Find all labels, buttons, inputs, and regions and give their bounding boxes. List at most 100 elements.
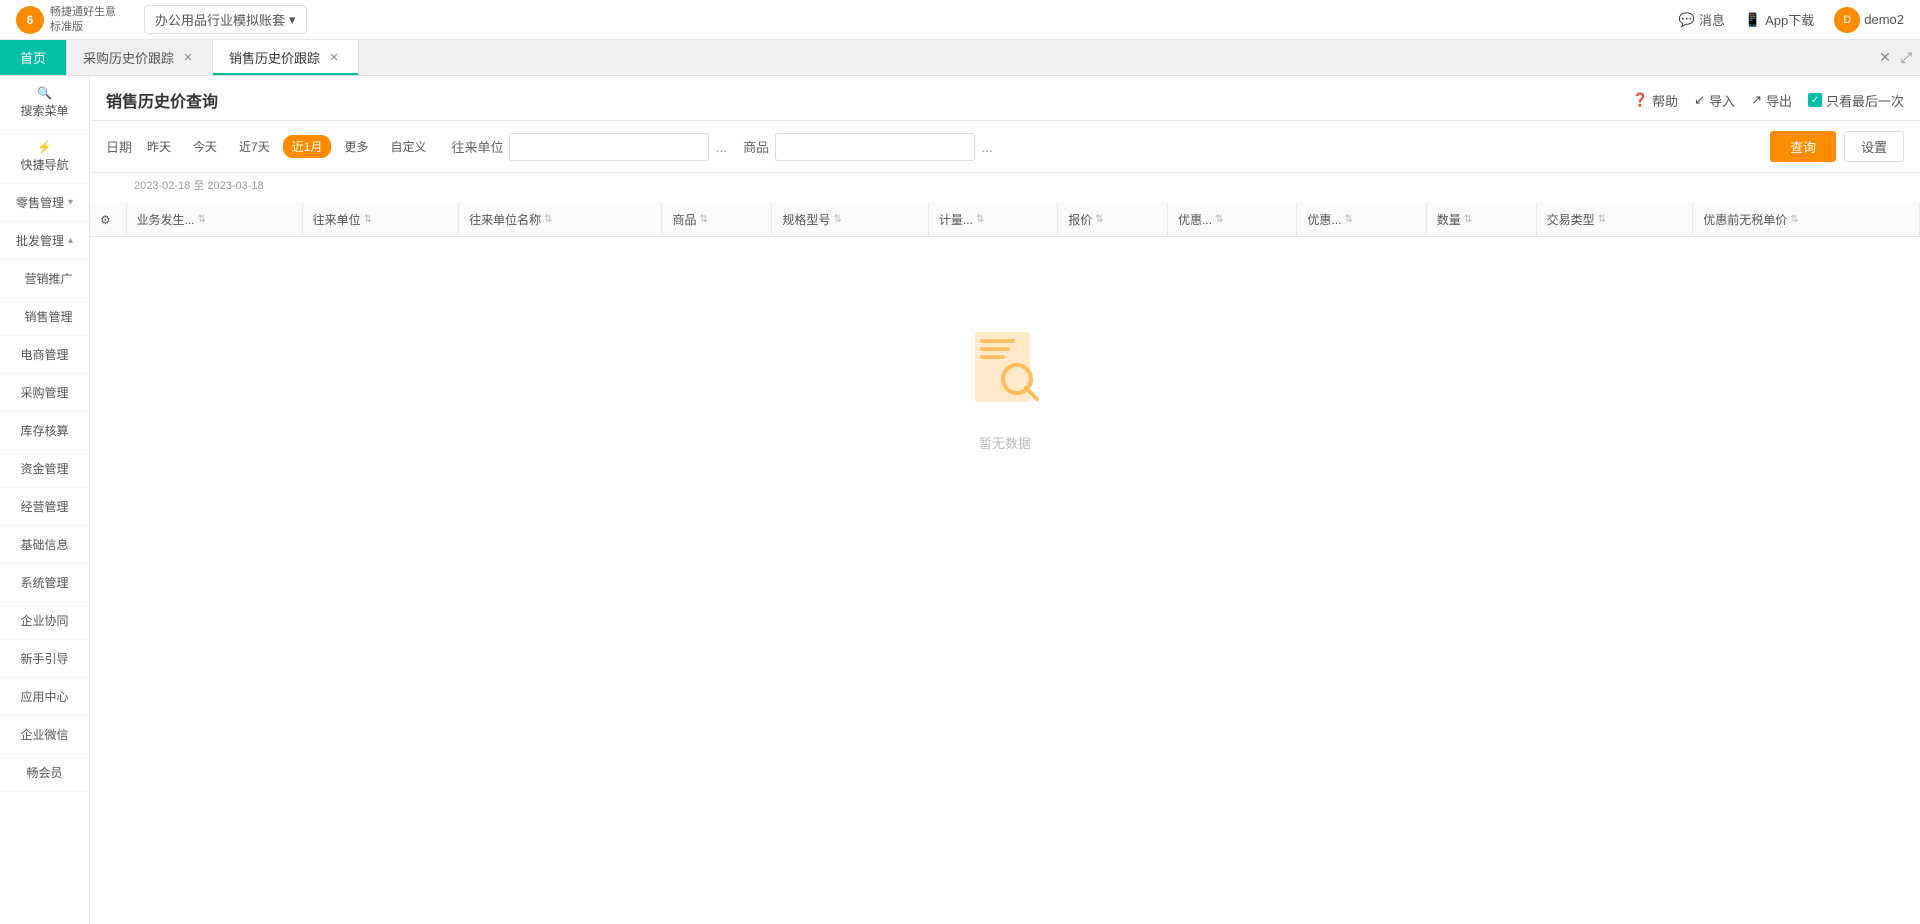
app-selector[interactable]: 办公用品行业模拟账套 ▾ <box>144 5 307 34</box>
page-title: 销售历史价查询 <box>106 88 218 112</box>
counterpart-input[interactable] <box>509 133 709 161</box>
th-goods[interactable]: 商品 ⇅ <box>662 203 772 237</box>
logo-area: 6 畅捷通好生意 标准版 <box>16 5 116 34</box>
sidebar-item-system[interactable]: 系统管理 <box>0 564 89 602</box>
header-right: 💬 消息 📱 App下载 D demo2 <box>1679 7 1904 33</box>
download-icon: 📱 <box>1745 12 1761 28</box>
table-header-row: ⚙ 业务发生... ⇅ 往来单位 ⇅ <box>90 203 1920 237</box>
tab-bar: 首页 采购历史价跟踪 ✕ 销售历史价跟踪 ✕ ✕ ⤢ <box>0 40 1920 76</box>
tab-close-purchase[interactable]: ✕ <box>180 50 196 66</box>
empty-text: 暂无数据 <box>979 433 1031 452</box>
sort-icon-goods: ⇅ <box>700 214 708 225</box>
nav-icon: ⚡ <box>37 140 52 154</box>
import-icon: ↙ <box>1694 92 1705 108</box>
sidebar-item-operations[interactable]: 经营管理 <box>0 488 89 526</box>
date-btn-more[interactable]: 更多 <box>335 135 377 158</box>
maximize-icon[interactable]: ⤢ <box>1901 49 1912 66</box>
logo-icon: 6 <box>16 6 44 34</box>
sort-icon-discount2: ⇅ <box>1344 214 1352 225</box>
filter-row2: 2023-02-18 至 2023-03-18 <box>90 173 1920 203</box>
filter-row: 日期 昨天 今天 近7天 近1月 更多 自定义 往来单位 ... 商品 ... <box>90 121 1920 173</box>
th-qty[interactable]: 数量 ⇅ <box>1426 203 1536 237</box>
th-unit[interactable]: 计量... ⇅ <box>928 203 1057 237</box>
goods-input[interactable] <box>775 133 975 161</box>
goods-dots-btn[interactable]: ... <box>981 139 993 155</box>
filter-actions: 查询 设置 <box>1770 131 1904 162</box>
sidebar-item-member[interactable]: 畅会员 <box>0 754 89 792</box>
sidebar-item-wholesale-mgmt[interactable]: 批发管理 ▴ <box>0 222 89 260</box>
date-btn-today[interactable]: 今天 <box>184 135 226 158</box>
sidebar-item-guide[interactable]: 新手引导 <box>0 640 89 678</box>
sidebar-item-search-menu[interactable]: 🔍 搜索菜单 <box>0 76 89 130</box>
checkbox-checked-icon: ✓ <box>1808 93 1822 107</box>
th-pretax-price[interactable]: 优惠前无税单价 ⇅ <box>1693 203 1920 237</box>
date-label: 日期 <box>106 137 132 156</box>
chevron-down-icon: ▾ <box>68 197 73 208</box>
tab-purchase-history[interactable]: 采购历史价跟踪 ✕ <box>67 40 213 75</box>
sort-icon-biz-date: ⇅ <box>198 214 206 225</box>
tab-sales-history[interactable]: 销售历史价跟踪 ✕ <box>213 40 359 75</box>
logo-text: 畅捷通好生意 标准版 <box>50 5 116 34</box>
th-trade-type[interactable]: 交易类型 ⇅ <box>1536 203 1693 237</box>
th-quote[interactable]: 报价 ⇅ <box>1058 203 1168 237</box>
import-action[interactable]: ↙ 导入 <box>1694 91 1735 110</box>
sidebar-item-enterprise[interactable]: 企业协同 <box>0 602 89 640</box>
sidebar-item-app-center[interactable]: 应用中心 <box>0 678 89 716</box>
empty-state: 暂无数据 <box>90 237 1920 532</box>
counterpart-filter-group: 往来单位 ... <box>451 133 727 161</box>
th-counterpart-name[interactable]: 往来单位名称 ⇅ <box>459 203 662 237</box>
date-btn-custom[interactable]: 自定义 <box>381 135 435 158</box>
settings-button[interactable]: 设置 <box>1844 131 1904 162</box>
content-area: 销售历史价查询 ❓ 帮助 ↙ 导入 ↗ 导出 ✓ 只看最后一次 <box>90 76 1920 924</box>
sidebar-item-marketing[interactable]: 营销推广 <box>0 260 89 298</box>
goods-filter-group: 商品 ... <box>743 133 993 161</box>
counterpart-label: 往来单位 <box>451 137 503 156</box>
only-last-checkbox-label[interactable]: ✓ 只看最后一次 <box>1808 91 1904 110</box>
date-filter-group: 日期 昨天 今天 近7天 近1月 更多 自定义 <box>106 135 435 158</box>
date-btn-last7days[interactable]: 近7天 <box>230 135 279 158</box>
tab-close-sales[interactable]: ✕ <box>326 50 342 66</box>
sidebar-item-enterprise-wechat[interactable]: 企业微信 <box>0 716 89 754</box>
sidebar-item-purchase-mgmt[interactable]: 采购管理 <box>0 374 89 412</box>
help-icon: ❓ <box>1632 92 1648 108</box>
sort-icon-unit: ⇅ <box>976 214 984 225</box>
sidebar-item-basic-info[interactable]: 基础信息 <box>0 526 89 564</box>
settings-gear-icon[interactable]: ⚙ <box>100 213 111 227</box>
th-biz-date[interactable]: 业务发生... ⇅ <box>126 203 302 237</box>
app-download-action[interactable]: 📱 App下载 <box>1745 10 1814 29</box>
date-shortcuts: 昨天 今天 近7天 近1月 更多 自定义 <box>138 135 435 158</box>
sidebar-item-ecommerce[interactable]: 电商管理 <box>0 336 89 374</box>
sort-icon-counterpart-code: ⇅ <box>364 214 372 225</box>
main-layout: 🔍 搜索菜单 ⚡ 快捷导航 零售管理 ▾ 批发管理 ▴ 营销推广 销售管理 电商… <box>0 76 1920 924</box>
tab-home[interactable]: 首页 <box>0 40 67 75</box>
th-discount1[interactable]: 优惠... ⇅ <box>1168 203 1297 237</box>
th-spec[interactable]: 规格型号 ⇅ <box>772 203 929 237</box>
message-action[interactable]: 💬 消息 <box>1679 10 1725 29</box>
sidebar-item-quick-nav[interactable]: ⚡ 快捷导航 <box>0 130 89 184</box>
avatar: D <box>1834 7 1860 33</box>
th-settings[interactable]: ⚙ <box>90 203 126 237</box>
sort-icon-spec: ⇅ <box>833 214 841 225</box>
th-counterpart-code[interactable]: 往来单位 ⇅ <box>302 203 459 237</box>
query-button[interactable]: 查询 <box>1770 131 1836 162</box>
goods-label: 商品 <box>743 137 769 156</box>
counterpart-dots-btn[interactable]: ... <box>715 139 727 155</box>
chevron-up-icon: ▴ <box>68 235 73 246</box>
tab-bar-actions: ✕ ⤢ <box>1871 40 1920 75</box>
page-actions: ❓ 帮助 ↙ 导入 ↗ 导出 ✓ 只看最后一次 <box>1632 91 1904 110</box>
close-tab-icon[interactable]: ✕ <box>1879 49 1891 66</box>
export-action[interactable]: ↗ 导出 <box>1751 91 1792 110</box>
th-discount2[interactable]: 优惠... ⇅ <box>1297 203 1426 237</box>
sidebar-item-inventory[interactable]: 库存核算 <box>0 412 89 450</box>
sort-icon-discount1: ⇅ <box>1215 214 1223 225</box>
data-table: ⚙ 业务发生... ⇅ 往来单位 ⇅ <box>90 203 1920 237</box>
help-action[interactable]: ❓ 帮助 <box>1632 91 1678 110</box>
user-action[interactable]: D demo2 <box>1834 7 1904 33</box>
date-btn-yesterday[interactable]: 昨天 <box>138 135 180 158</box>
date-btn-last1month[interactable]: 近1月 <box>283 135 332 158</box>
sidebar-item-sales-mgmt[interactable]: 销售管理 <box>0 298 89 336</box>
empty-illustration <box>955 317 1055 417</box>
sidebar-item-finance[interactable]: 资金管理 <box>0 450 89 488</box>
sidebar-item-retail-mgmt[interactable]: 零售管理 ▾ <box>0 184 89 222</box>
header-left: 6 畅捷通好生意 标准版 办公用品行业模拟账套 ▾ <box>16 5 307 34</box>
